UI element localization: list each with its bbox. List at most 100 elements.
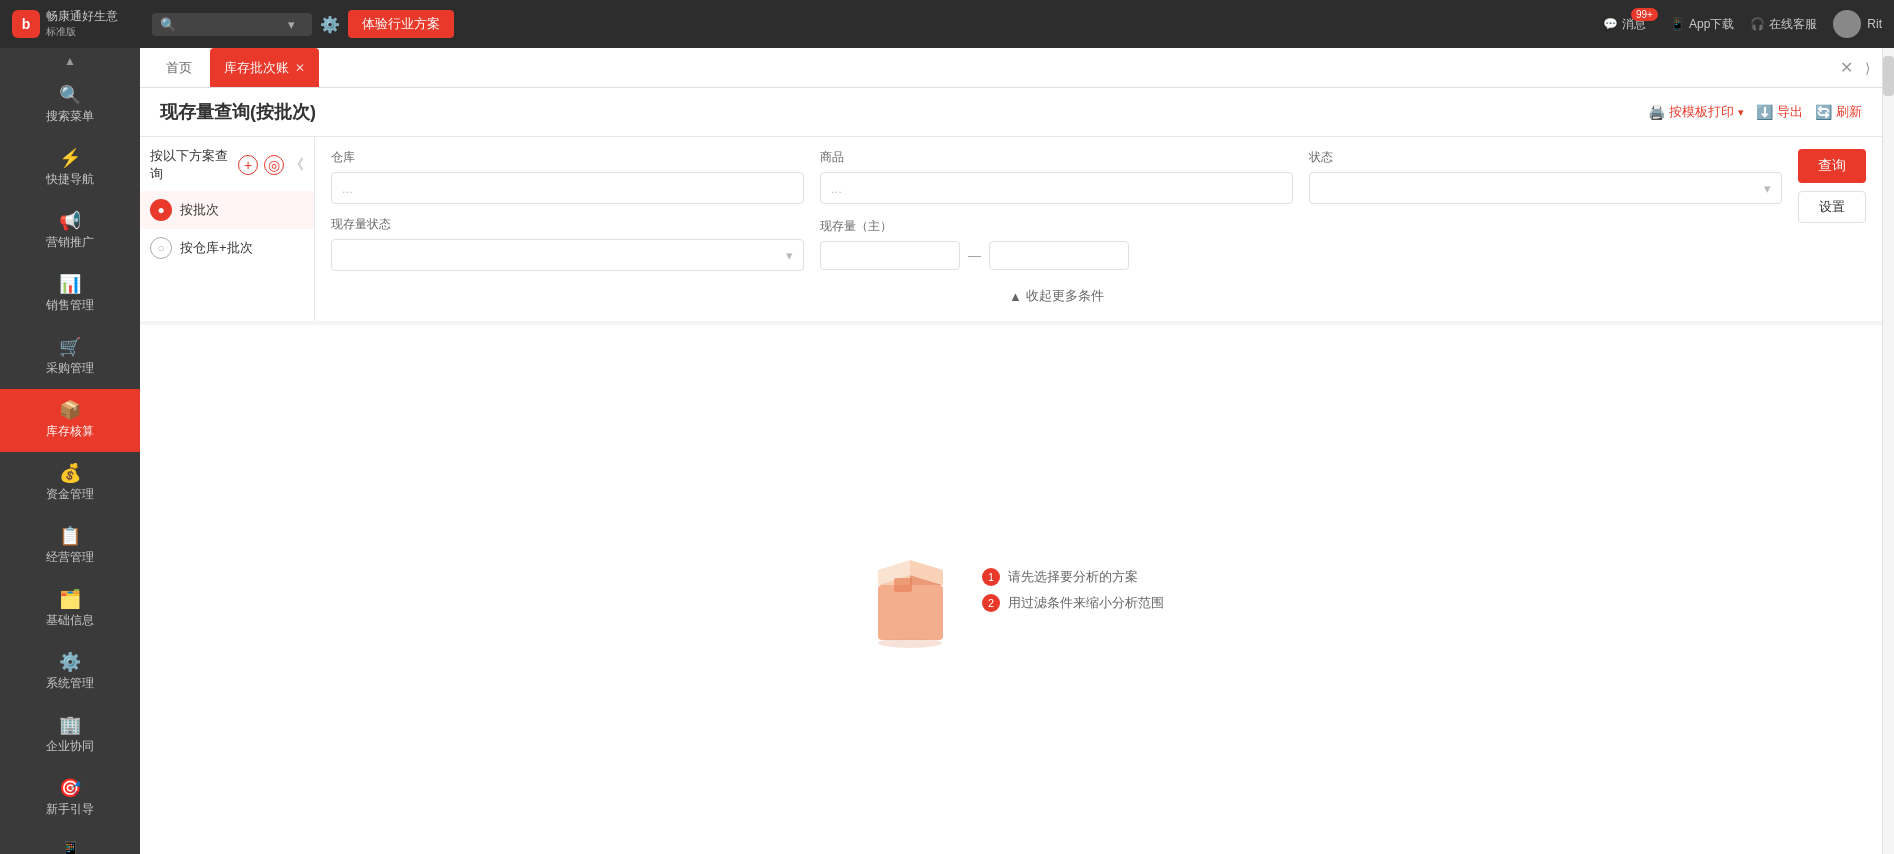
online-support-item[interactable]: 🎧 在线客服 — [1750, 16, 1817, 33]
sidebar-label-newbie: 新手引导 — [46, 801, 94, 818]
collapse-icon: ▲ — [1009, 289, 1022, 304]
svg-rect-5 — [894, 578, 912, 592]
tab-inventory-batch[interactable]: 库存批次账 ✕ — [210, 48, 319, 87]
sidebar-icon-system: ⚙️ — [59, 653, 81, 671]
print-btn[interactable]: 🖨️ 按模板打印 ▾ — [1648, 103, 1744, 121]
filter-inv-status-field: 现存量状态 ▾ — [331, 216, 804, 271]
settings-btn[interactable]: 设置 — [1798, 191, 1866, 223]
search-icon: 🔍 — [160, 17, 176, 32]
sidebar-item-inventory[interactable]: 📦 库存核算 — [0, 389, 140, 452]
user-avatar-item[interactable]: Rit — [1833, 10, 1882, 38]
product-label: 商品 — [820, 149, 1293, 166]
filter-row-2: 现存量状态 ▾ 现存量（主） — [331, 216, 1782, 271]
inv-qty-from-input[interactable] — [820, 241, 960, 270]
status-input[interactable]: ▾ — [1309, 172, 1782, 204]
filter-area: 按以下方案查询 + ◎ 《 ● 按批次 ○ 按仓库+批次 — [140, 137, 1882, 321]
sidebar-item-app-center[interactable]: 📱 应用中心 — [0, 830, 140, 854]
warehouse-value: ... — [342, 181, 353, 196]
sidebar-item-finance[interactable]: 💰 资金管理 — [0, 452, 140, 515]
app-download-item[interactable]: 📱 App下载 — [1670, 16, 1734, 33]
empty-step-1: 1 请先选择要分析的方案 — [982, 568, 1164, 586]
scrollbar-thumb — [1883, 56, 1894, 96]
step-1-num: 1 — [982, 568, 1000, 586]
filter-status-field: 状态 ▾ — [1309, 149, 1782, 204]
scheme-header: 按以下方案查询 + ◎ 《 — [140, 147, 314, 191]
sidebar-item-quick-nav[interactable]: ⚡ 快捷导航 — [0, 137, 140, 200]
right-panel-close[interactable]: ✕ — [1840, 58, 1853, 77]
scheme-item-icon-active: ● — [150, 199, 172, 221]
online-support-label: 在线客服 — [1769, 16, 1817, 33]
export-btn[interactable]: ⬇️ 导出 — [1756, 103, 1803, 121]
scheme-settings-btn[interactable]: ◎ — [264, 155, 284, 175]
avatar — [1833, 10, 1861, 38]
sidebar-scroll-up[interactable]: ▲ — [0, 48, 140, 74]
scheme-item-by-batch[interactable]: ● 按批次 — [140, 191, 314, 229]
sidebar-item-purchase[interactable]: 🛒 采购管理 — [0, 326, 140, 389]
right-scrollbar[interactable] — [1882, 48, 1894, 854]
page-header: 现存量查询(按批次) 🖨️ 按模板打印 ▾ ⬇️ 导出 🔄 刷新 — [140, 88, 1882, 137]
filter-row-1: 仓库 ... 商品 ... — [331, 149, 1782, 204]
sidebar-icon-marketing: 📢 — [59, 212, 81, 230]
sidebar-item-operation[interactable]: 📋 经营管理 — [0, 515, 140, 578]
sidebar-icon-newbie: 🎯 — [59, 779, 81, 797]
right-panel-expand[interactable]: ⟩ — [1865, 60, 1870, 76]
sidebar-item-enterprise[interactable]: 🏢 企业协同 — [0, 704, 140, 767]
sidebar-label-enterprise: 企业协同 — [46, 738, 94, 755]
scheme-header-actions: + ◎ 《 — [238, 155, 304, 175]
sidebar-item-newbie[interactable]: 🎯 新手引导 — [0, 767, 140, 830]
print-icon: 🖨️ — [1648, 104, 1665, 120]
sidebar-icon-enterprise: 🏢 — [59, 716, 81, 734]
refresh-icon: 🔄 — [1815, 104, 1832, 120]
dropdown-icon[interactable]: ▾ — [288, 17, 295, 32]
filter-product-field: 商品 ... — [820, 149, 1293, 204]
tab-close-icon[interactable]: ✕ — [295, 62, 305, 74]
settings-icon[interactable]: ⚙️ — [320, 15, 340, 34]
inv-qty-label: 现存量（主） — [820, 218, 1293, 235]
topbar-search-input[interactable] — [182, 17, 282, 31]
status-label: 状态 — [1309, 149, 1782, 166]
industry-btn[interactable]: 体验行业方案 — [348, 10, 454, 38]
sidebar-label-system: 系统管理 — [46, 675, 94, 692]
tab-home[interactable]: 首页 — [152, 48, 206, 87]
inv-status-input[interactable]: ▾ — [331, 239, 804, 271]
sidebar-item-basic[interactable]: 🗂️ 基础信息 — [0, 578, 140, 641]
sidebar-icon-search-menu: 🔍 — [59, 86, 81, 104]
messages-badge: 99+ — [1631, 8, 1658, 21]
print-dropdown-icon[interactable]: ▾ — [1738, 106, 1744, 119]
filter-inv-qty-field: 现存量（主） — — [820, 218, 1293, 270]
filter-fields: 仓库 ... 商品 ... — [315, 137, 1798, 321]
step-2-text: 用过滤条件来缩小分析范围 — [1008, 594, 1164, 612]
sidebar-item-marketing[interactable]: 📢 营销推广 — [0, 200, 140, 263]
filter-warehouse-field: 仓库 ... — [331, 149, 804, 204]
collapse-label: 收起更多条件 — [1026, 287, 1104, 305]
scheme-item-icon-outline: ○ — [150, 237, 172, 259]
main-content: 首页 库存批次账 ✕ ✕ ⟩ 现存量查询(按批次) 🖨️ 按模板打印 ▾ — [140, 48, 1882, 854]
refresh-btn[interactable]: 🔄 刷新 — [1815, 103, 1862, 121]
empty-svg — [858, 540, 968, 650]
sidebar-label-search-menu: 搜索菜单 — [46, 108, 94, 125]
refresh-label: 刷新 — [1836, 103, 1862, 121]
sidebar-item-system[interactable]: ⚙️ 系统管理 — [0, 641, 140, 704]
topbar-search-wrap[interactable]: 🔍 ▾ — [152, 13, 312, 36]
warehouse-input[interactable]: ... — [331, 172, 804, 204]
main-layout: ▲ 🔍 搜索菜单 ⚡ 快捷导航 📢 营销推广 📊 销售管理 🛒 采购管理 📦 库… — [0, 48, 1894, 854]
sidebar-label-inventory: 库存核算 — [46, 423, 94, 440]
logo-icon: b — [12, 10, 40, 38]
scheme-add-btn[interactable]: + — [238, 155, 258, 175]
sidebar-item-sales[interactable]: 📊 销售管理 — [0, 263, 140, 326]
scheme-item-by-warehouse-batch[interactable]: ○ 按仓库+批次 — [140, 229, 314, 267]
svg-point-6 — [878, 638, 942, 648]
tab-home-label: 首页 — [166, 59, 192, 77]
scheme-collapse-btn[interactable]: 《 — [290, 156, 304, 174]
product-input[interactable]: ... — [820, 172, 1293, 204]
product-value: ... — [831, 181, 842, 196]
headset-icon: 🎧 — [1750, 17, 1765, 31]
sidebar-icon-basic: 🗂️ — [59, 590, 81, 608]
messages-item[interactable]: 💬 消息 99+ — [1603, 16, 1646, 33]
query-btn[interactable]: 查询 — [1798, 149, 1866, 183]
sidebar-label-marketing: 营销推广 — [46, 234, 94, 251]
username-label: Rit — [1867, 17, 1882, 31]
collapse-more-btn[interactable]: ▲ 收起更多条件 — [331, 283, 1782, 309]
inv-qty-to-input[interactable] — [989, 241, 1129, 270]
sidebar-item-search-menu[interactable]: 🔍 搜索菜单 — [0, 74, 140, 137]
